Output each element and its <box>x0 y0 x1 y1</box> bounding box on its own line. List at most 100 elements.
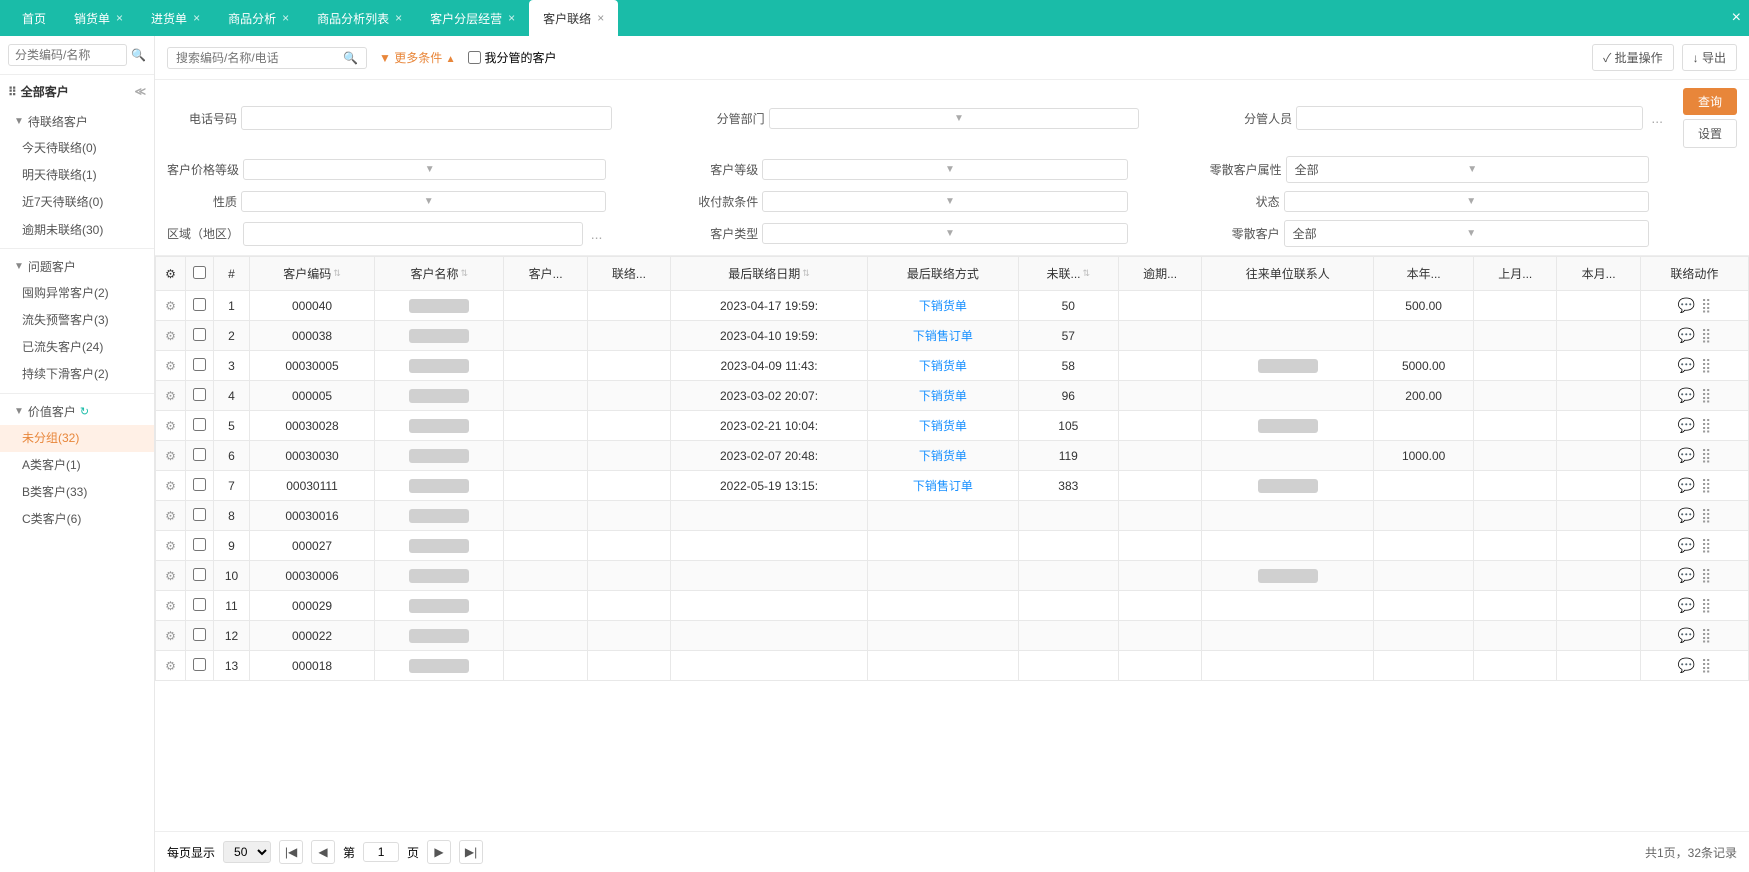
tab-close-product-analysis[interactable]: × <box>282 11 289 25</box>
sidebar-item-overdue[interactable]: 逾期未联络(30) <box>0 217 154 244</box>
prev-page-button[interactable]: ◀ <box>311 840 335 864</box>
cell-check[interactable] <box>186 621 214 651</box>
tab-close-sales-order[interactable]: × <box>116 11 123 25</box>
sidebar-pending-header[interactable]: ▼ 待联络客户 <box>0 108 154 135</box>
sidebar-item-b-class[interactable]: B类客户(33) <box>0 479 154 506</box>
tab-sales-order[interactable]: 销货单 × <box>60 0 137 36</box>
chat-icon[interactable]: 💬 <box>1678 387 1695 404</box>
th-not-contact[interactable]: 未联...⇅ <box>1018 257 1118 291</box>
more-action-icon[interactable]: ⣿ <box>1701 327 1711 344</box>
page-input[interactable] <box>363 842 399 862</box>
cell-gear[interactable]: ⚙ <box>156 471 186 501</box>
cell-gear[interactable]: ⚙ <box>156 411 186 441</box>
sidebar-item-tomorrow[interactable]: 明天待联络(1) <box>0 162 154 189</box>
tab-customer-contact[interactable]: 客户联络 × <box>529 0 618 36</box>
chat-icon[interactable]: 💬 <box>1678 597 1695 614</box>
region-input[interactable] <box>243 222 583 246</box>
chat-icon[interactable]: 💬 <box>1678 327 1695 344</box>
cell-last-method[interactable] <box>867 651 1018 681</box>
cell-check[interactable] <box>186 651 214 681</box>
my-customers-checkbox[interactable]: 我分管的客户 <box>468 49 557 66</box>
query-button[interactable]: 查询 <box>1683 88 1737 115</box>
page-size-select[interactable]: 50 <box>223 841 271 863</box>
th-code[interactable]: 客户编码⇅ <box>250 257 375 291</box>
cell-last-method[interactable]: 下销售订单 <box>867 321 1018 351</box>
filter-search-input[interactable] <box>176 51 343 65</box>
customer-level-select[interactable]: ▼ <box>762 159 1127 180</box>
more-action-icon[interactable]: ⣿ <box>1701 537 1711 554</box>
cell-gear[interactable]: ⚙ <box>156 531 186 561</box>
cell-gear[interactable]: ⚙ <box>156 651 186 681</box>
th-overdue[interactable]: 逾期... <box>1118 257 1201 291</box>
manager-input[interactable] <box>1296 106 1643 130</box>
tab-close-customer-contact[interactable]: × <box>597 11 604 25</box>
region-more-icon[interactable]: ... <box>587 226 607 242</box>
sidebar-problem-header[interactable]: ▼ 问题客户 <box>0 253 154 280</box>
manager-more-icon[interactable]: ... <box>1647 110 1667 126</box>
cell-last-method[interactable] <box>867 561 1018 591</box>
cell-gear[interactable]: ⚙ <box>156 321 186 351</box>
cell-gear[interactable]: ⚙ <box>156 291 186 321</box>
sidebar-item-no-group[interactable]: 未分组(32) <box>0 425 154 452</box>
th-check[interactable] <box>186 257 214 291</box>
cell-last-method[interactable]: 下销货单 <box>867 351 1018 381</box>
cell-check[interactable] <box>186 291 214 321</box>
more-action-icon[interactable]: ⣿ <box>1701 627 1711 644</box>
chat-icon[interactable]: 💬 <box>1678 537 1695 554</box>
chat-icon[interactable]: 💬 <box>1678 567 1695 584</box>
more-action-icon[interactable]: ⣿ <box>1701 567 1711 584</box>
sidebar-value-header[interactable]: ▼ 价值客户 ↻ <box>0 398 154 425</box>
cell-check[interactable] <box>186 411 214 441</box>
cell-gear[interactable]: ⚙ <box>156 501 186 531</box>
my-customers-check[interactable] <box>468 51 481 64</box>
cell-check[interactable] <box>186 501 214 531</box>
more-action-icon[interactable]: ⣿ <box>1701 507 1711 524</box>
tab-close-purchase-order[interactable]: × <box>193 11 200 25</box>
sidebar-item-near7days[interactable]: 近7天待联络(0) <box>0 189 154 216</box>
cell-gear[interactable]: ⚙ <box>156 441 186 471</box>
cell-gear[interactable]: ⚙ <box>156 621 186 651</box>
sidebar-item-lost[interactable]: 已流失客户(24) <box>0 334 154 361</box>
cell-last-method[interactable] <box>867 531 1018 561</box>
chat-icon[interactable]: 💬 <box>1678 507 1695 524</box>
tab-product-analysis[interactable]: 商品分析 × <box>214 0 303 36</box>
select-all-checkbox[interactable] <box>193 266 206 279</box>
more-action-icon[interactable]: ⣿ <box>1701 387 1711 404</box>
tab-purchase-order[interactable]: 进货单 × <box>137 0 214 36</box>
sidebar-item-abnormal[interactable]: 囤购异常客户(2) <box>0 280 154 307</box>
dept-select[interactable]: ▼ <box>769 108 1140 129</box>
chat-icon[interactable]: 💬 <box>1678 657 1695 674</box>
th-last-date[interactable]: 最后联络日期⇅ <box>671 257 868 291</box>
chat-icon[interactable]: 💬 <box>1678 297 1695 314</box>
sidebar-search-icon[interactable]: 🔍 <box>131 48 146 62</box>
sidebar-item-a-class[interactable]: A类客户(1) <box>0 452 154 479</box>
cell-check[interactable] <box>186 531 214 561</box>
tab-close-product-analysis-list[interactable]: × <box>395 11 402 25</box>
th-gear[interactable]: ⚙ <box>156 257 186 291</box>
cell-check[interactable] <box>186 351 214 381</box>
th-name[interactable]: 客户名称⇅ <box>375 257 504 291</box>
payment-select[interactable]: ▼ <box>762 191 1127 212</box>
th-customer-type[interactable]: 客户... <box>504 257 587 291</box>
customer-type-select[interactable]: ▼ <box>762 223 1127 244</box>
cell-last-method[interactable]: 下销货单 <box>867 411 1018 441</box>
cell-check[interactable] <box>186 381 214 411</box>
chat-icon[interactable]: 💬 <box>1678 357 1695 374</box>
tab-bar-close[interactable]: × <box>1732 9 1741 27</box>
more-action-icon[interactable]: ⣿ <box>1701 477 1711 494</box>
sidebar-all-customers[interactable]: ⠿ 全部客户 ≪ <box>0 75 154 108</box>
cell-check[interactable] <box>186 471 214 501</box>
cell-last-method[interactable]: 下销售订单 <box>867 471 1018 501</box>
cell-last-method[interactable] <box>867 591 1018 621</box>
cell-last-method[interactable] <box>867 621 1018 651</box>
last-page-button[interactable]: ▶| <box>459 840 483 864</box>
cell-gear[interactable]: ⚙ <box>156 351 186 381</box>
sidebar-item-today[interactable]: 今天待联络(0) <box>0 135 154 162</box>
reset-button[interactable]: 设置 <box>1683 119 1737 148</box>
sidebar-item-loss-warning[interactable]: 流失预警客户(3) <box>0 307 154 334</box>
sidebar-item-decline[interactable]: 持续下滑客户(2) <box>0 361 154 388</box>
chat-icon[interactable]: 💬 <box>1678 627 1695 644</box>
more-action-icon[interactable]: ⣿ <box>1701 597 1711 614</box>
th-contact[interactable]: 联络... <box>587 257 670 291</box>
more-action-icon[interactable]: ⣿ <box>1701 417 1711 434</box>
